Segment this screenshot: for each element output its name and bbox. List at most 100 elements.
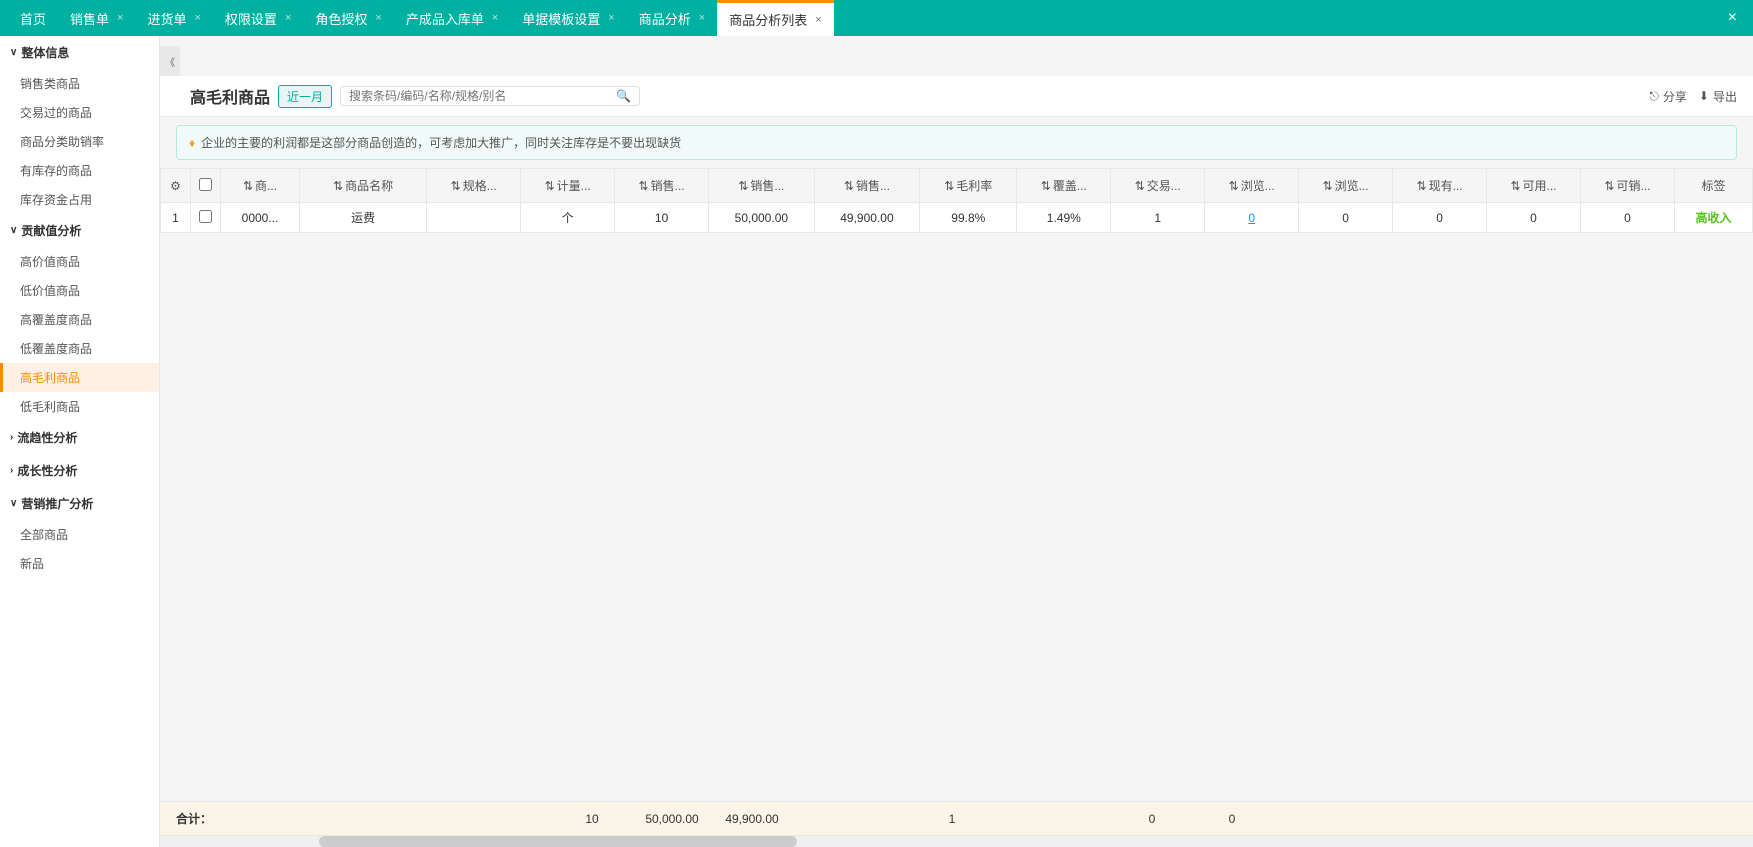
close-all-button[interactable]: × [1720,9,1745,27]
page-title: 高毛利商品 [190,84,270,108]
chevron-right-icon: › [10,432,13,443]
col-views2[interactable]: ⇅浏览... [1299,169,1393,203]
sidebar-item-in-stock-goods[interactable]: 有库存的商品 [0,156,159,185]
nav-tab-analysis-list[interactable]: 商品分析列表 × [717,0,833,36]
chevron-down-icon: ∨ [10,498,17,509]
sidebar-section-growth[interactable]: › 成长性分析 [0,454,159,487]
cell-tag: 高收入 [1674,203,1752,233]
info-icon: ♦ [189,136,195,150]
sidebar-section-marketing[interactable]: ∨ 营销推广分析 [0,487,159,520]
close-icon[interactable]: × [117,12,123,24]
sidebar-item-high-margin[interactable]: 高毛利商品 [0,363,159,392]
nav-tab-sales[interactable]: 销售单 × [58,0,135,36]
col-sales-amount[interactable]: ⇅销售... [709,169,815,203]
col-code[interactable]: ⇅商... [221,169,300,203]
sidebar-item-new-goods[interactable]: 新品 [0,549,159,578]
col-transactions[interactable]: ⇅交易... [1111,169,1205,203]
close-icon[interactable]: × [285,12,291,24]
col-sales-qty[interactable]: ⇅销售... [615,169,709,203]
sidebar-item-low-value[interactable]: 低价值商品 [0,276,159,305]
summary-stock-available: 0 [1192,812,1272,826]
col-gross-margin[interactable]: ⇅毛利率 [920,169,1017,203]
cell-views1[interactable]: 0 [1205,203,1299,233]
close-icon[interactable]: × [375,12,381,24]
select-all-checkbox[interactable] [199,178,212,191]
cell-sales-qty: 10 [615,203,709,233]
share-button[interactable]: ⎋ 分享 [1649,88,1687,105]
content-area: 《 高毛利商品 近一月 🔍 ⎋ 分享 ⬇ 导出 ♦ [160,36,1753,847]
info-text: 企业的主要的利润都是这部分商品创造的，可考虑加大推广，同时关注库存是不要出现缺货 [201,134,681,151]
horizontal-scrollbar[interactable] [160,835,1753,847]
data-table: ⚙ ⇅商... ⇅商品名称 ⇅规格... ⇅计量... ⇅销售... ⇅销售..… [160,168,1753,233]
nav-tab-analysis[interactable]: 商品分析 × [627,0,717,36]
nav-tab-home[interactable]: 首页 [8,0,58,36]
summary-label: 合计： [176,810,212,827]
sidebar-item-sales-goods[interactable]: 销售类商品 [0,69,159,98]
export-button[interactable]: ⬇ 导出 [1699,88,1737,105]
sidebar-item-category-sales-rate[interactable]: 商品分类助销率 [0,127,159,156]
cell-code: 0000... [221,203,300,233]
col-spec[interactable]: ⇅规格... [427,169,521,203]
nav-tab-permission[interactable]: 权限设置 × [213,0,303,36]
sidebar-item-all-goods[interactable]: 全部商品 [0,520,159,549]
table-row: 1 0000... 运费 个 10 50,000.00 49,900.00 99… [161,203,1753,233]
close-icon[interactable]: × [492,12,498,24]
col-tag[interactable]: 标签 [1674,169,1752,203]
info-banner: ♦ 企业的主要的利润都是这部分商品创造的，可考虑加大推广，同时关注库存是不要出现… [176,125,1737,160]
sidebar-item-stock-capital[interactable]: 库存资金占用 [0,185,159,214]
sidebar-item-traded-goods[interactable]: 交易过的商品 [0,98,159,127]
close-icon[interactable]: × [699,12,705,24]
col-stock-current[interactable]: ⇅现有... [1393,169,1487,203]
col-views1[interactable]: ⇅浏览... [1205,169,1299,203]
col-stock-available[interactable]: ⇅可用... [1487,169,1581,203]
col-coverage[interactable]: ⇅覆盖... [1017,169,1111,203]
sidebar-section-contribution[interactable]: ∨ 贡献值分析 [0,214,159,247]
nav-tab-template[interactable]: 单据模板设置 × [510,0,626,36]
cell-transactions: 1 [1111,203,1205,233]
sort-icon: ⇅ [738,179,748,193]
share-icon: ⎋ [1649,89,1659,104]
filter-period-button[interactable]: 近一月 [278,85,332,108]
cell-unit: 个 [521,203,615,233]
sidebar: ∨ 整体信息 销售类商品 交易过的商品 商品分类助销率 有库存的商品 库存资金占… [0,36,160,847]
sort-icon: ⇅ [545,179,555,193]
sidebar-item-low-coverage[interactable]: 低覆盖度商品 [0,334,159,363]
sidebar-section-trend[interactable]: › 流趋性分析 [0,421,159,454]
chevron-down-icon: ∨ [10,47,17,58]
col-sales-cost[interactable]: ⇅销售... [814,169,920,203]
search-icon[interactable]: 🔍 [616,89,631,103]
close-icon[interactable]: × [608,12,614,24]
cell-checkbox[interactable] [191,203,221,233]
summary-transactions: 1 [912,812,992,826]
nav-tab-purchase[interactable]: 进货单 × [135,0,212,36]
close-icon[interactable]: × [194,12,200,24]
cell-spec [427,203,521,233]
sidebar-item-low-margin[interactable]: 低毛利商品 [0,392,159,421]
nav-tab-product-entry[interactable]: 产成品入库单 × [394,0,510,36]
sidebar-item-high-coverage[interactable]: 高覆盖度商品 [0,305,159,334]
summary-sales-qty: 10 [552,812,632,826]
sidebar-collapse-button[interactable]: 《 [160,46,180,76]
sidebar-item-high-value[interactable]: 高价值商品 [0,247,159,276]
main-layout: ∨ 整体信息 销售类商品 交易过的商品 商品分类助销率 有库存的商品 库存资金占… [0,36,1753,847]
col-name[interactable]: ⇅商品名称 [300,169,427,203]
col-gear[interactable]: ⚙ [161,169,191,203]
chevron-down-icon: ∨ [10,225,17,236]
cell-stock-current: 0 [1393,203,1487,233]
nav-tab-role[interactable]: 角色授权 × [303,0,393,36]
col-unit[interactable]: ⇅计量... [521,169,615,203]
cell-coverage: 1.49% [1017,203,1111,233]
row-checkbox[interactable] [199,210,212,223]
sort-icon: ⇅ [1135,179,1145,193]
close-icon[interactable]: × [815,14,821,26]
sidebar-section-overview[interactable]: ∨ 整体信息 [0,36,159,69]
search-input[interactable] [349,89,616,103]
gear-icon[interactable]: ⚙ [170,179,181,193]
sort-icon: ⇅ [1323,179,1333,193]
col-stock-sellable[interactable]: ⇅可销... [1580,169,1674,203]
summary-stock-current: 0 [1112,812,1192,826]
cell-sales-cost: 49,900.00 [814,203,920,233]
sort-icon: ⇅ [333,179,343,193]
summary-sales-amount: 50,000.00 [632,812,712,826]
sort-icon: ⇅ [1041,179,1051,193]
